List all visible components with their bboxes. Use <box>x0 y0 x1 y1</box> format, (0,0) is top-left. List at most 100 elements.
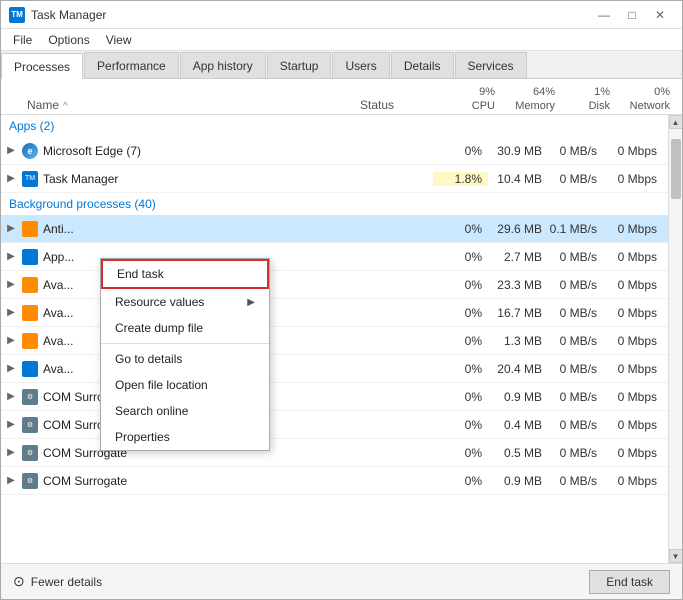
process-cpu: 0% <box>433 278 488 292</box>
process-network: 0 Mbps <box>603 278 663 292</box>
tab-services[interactable]: Services <box>455 52 527 78</box>
submenu-arrow-icon: ▶ <box>247 297 255 308</box>
ava4-icon <box>21 360 39 378</box>
expand-icon[interactable]: ▶ <box>1 145 21 156</box>
ava3-icon <box>21 332 39 350</box>
expand-icon[interactable]: ▶ <box>1 391 21 402</box>
process-disk: 0 MB/s <box>548 306 603 320</box>
expand-icon[interactable]: ▶ <box>1 223 21 234</box>
process-disk: 0 MB/s <box>548 362 603 376</box>
process-network: 0 Mbps <box>603 446 663 460</box>
title-bar-buttons: — □ ✕ <box>590 4 674 26</box>
com3-icon: ⚙ <box>21 444 39 462</box>
process-network: 0 Mbps <box>603 172 663 186</box>
process-network: 0 Mbps <box>603 474 663 488</box>
process-memory: 0.9 MB <box>488 390 548 404</box>
tab-app-history[interactable]: App history <box>180 52 266 78</box>
process-network: 0 Mbps <box>603 250 663 264</box>
expand-icon[interactable]: ▶ <box>1 307 21 318</box>
process-memory: 10.4 MB <box>488 172 548 186</box>
menu-options[interactable]: Options <box>40 31 97 49</box>
column-header: Name ^ Status 9% CPU 64% Memory 1% Disk … <box>1 79 682 115</box>
expand-icon[interactable]: ▶ <box>1 475 21 486</box>
expand-icon[interactable]: ▶ <box>1 419 21 430</box>
col-header-memory[interactable]: 64% Memory <box>501 86 561 112</box>
col-header-cpu[interactable]: 9% CPU <box>446 86 501 112</box>
table-row[interactable]: ▶ Anti... 0% 29.6 MB 0.1 MB/s 0 Mbps <box>1 215 668 243</box>
ava-icon <box>21 276 39 294</box>
process-disk: 0 MB/s <box>548 172 603 186</box>
context-menu-resource-values[interactable]: Resource values ▶ <box>101 289 269 315</box>
process-name: Anti... <box>43 222 343 236</box>
bg-section-header: Background processes (40) <box>1 193 668 215</box>
process-cpu: 0% <box>433 306 488 320</box>
process-cpu: 0% <box>433 250 488 264</box>
context-menu-create-dump[interactable]: Create dump file <box>101 315 269 341</box>
process-network: 0 Mbps <box>603 418 663 432</box>
title-bar: TM Task Manager — □ ✕ <box>1 1 682 29</box>
tab-processes[interactable]: Processes <box>1 53 83 79</box>
tab-details[interactable]: Details <box>391 52 454 78</box>
tab-users[interactable]: Users <box>332 52 389 78</box>
process-memory: 2.7 MB <box>488 250 548 264</box>
com4-icon: ⚙ <box>21 472 39 490</box>
context-menu-search-online[interactable]: Search online <box>101 398 269 424</box>
process-name: Microsoft Edge (7) <box>43 144 343 158</box>
scroll-track[interactable] <box>670 129 682 549</box>
scroll-thumb[interactable] <box>671 139 681 199</box>
process-memory: 23.3 MB <box>488 278 548 292</box>
end-task-button[interactable]: End task <box>589 570 670 594</box>
process-cpu: 0% <box>433 362 488 376</box>
table-row[interactable]: ▶ e Microsoft Edge (7) 0% 30.9 MB 0 MB/s… <box>1 137 668 165</box>
expand-icon[interactable]: ▶ <box>1 335 21 346</box>
context-menu-open-file-location[interactable]: Open file location <box>101 372 269 398</box>
com2-icon: ⚙ <box>21 416 39 434</box>
expand-icon[interactable]: ▶ <box>1 447 21 458</box>
process-disk: 0 MB/s <box>548 278 603 292</box>
maximize-button[interactable]: □ <box>618 4 646 26</box>
menu-file[interactable]: File <box>5 31 40 49</box>
process-network: 0 Mbps <box>603 144 663 158</box>
expand-icon[interactable]: ▶ <box>1 279 21 290</box>
menu-view[interactable]: View <box>98 31 140 49</box>
process-memory: 29.6 MB <box>488 222 548 236</box>
expand-icon[interactable]: ▶ <box>1 363 21 374</box>
fewer-details-icon: ⊙ <box>13 573 25 590</box>
col-header-status[interactable]: Status <box>356 98 446 112</box>
context-menu-end-task[interactable]: End task <box>101 259 269 289</box>
fewer-details-button[interactable]: ⊙ Fewer details <box>13 573 102 590</box>
process-network: 0 Mbps <box>603 306 663 320</box>
process-memory: 1.3 MB <box>488 334 548 348</box>
table-row[interactable]: ▶ TM Task Manager 1.8% 10.4 MB 0 MB/s 0 … <box>1 165 668 193</box>
expand-icon[interactable]: ▶ <box>1 173 21 184</box>
process-memory: 0.5 MB <box>488 446 548 460</box>
close-button[interactable]: ✕ <box>646 4 674 26</box>
col-header-network[interactable]: 0% Network <box>616 86 676 112</box>
col-header-disk[interactable]: 1% Disk <box>561 86 616 112</box>
process-memory: 20.4 MB <box>488 362 548 376</box>
scroll-up-button[interactable]: ▲ <box>669 115 683 129</box>
process-memory: 0.9 MB <box>488 474 548 488</box>
anti-icon <box>21 220 39 238</box>
process-cpu: 0% <box>433 144 488 158</box>
context-menu-go-to-details[interactable]: Go to details <box>101 346 269 372</box>
scrollbar[interactable]: ▲ ▼ <box>668 115 682 563</box>
process-cpu: 0% <box>433 390 488 404</box>
process-cpu: 0% <box>433 418 488 432</box>
tab-startup[interactable]: Startup <box>267 52 332 78</box>
minimize-button[interactable]: — <box>590 4 618 26</box>
menu-bar: File Options View <box>1 29 682 51</box>
process-cpu: 0% <box>433 222 488 236</box>
scroll-down-button[interactable]: ▼ <box>669 549 683 563</box>
table-row[interactable]: ▶ ⚙ COM Surrogate 0% 0.9 MB 0 MB/s 0 Mbp… <box>1 467 668 495</box>
process-disk: 0 MB/s <box>548 250 603 264</box>
sort-arrow-icon: ^ <box>63 101 68 112</box>
window-title: Task Manager <box>31 8 590 22</box>
col-header-name[interactable]: Name ^ <box>1 98 356 112</box>
tab-performance[interactable]: Performance <box>84 52 179 78</box>
context-menu-properties[interactable]: Properties <box>101 424 269 450</box>
expand-icon[interactable]: ▶ <box>1 251 21 262</box>
process-disk: 0.1 MB/s <box>548 222 603 236</box>
fewer-details-label: Fewer details <box>31 575 102 589</box>
process-memory: 30.9 MB <box>488 144 548 158</box>
